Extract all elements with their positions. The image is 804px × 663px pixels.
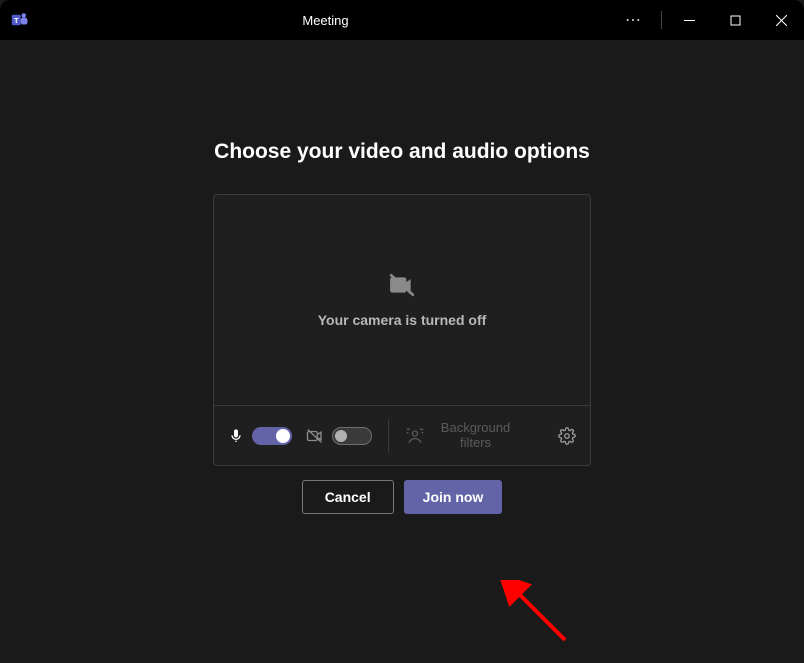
svg-text:T: T [14, 16, 19, 25]
cancel-label: Cancel [325, 489, 371, 505]
mic-toggle[interactable] [252, 427, 292, 445]
join-label: Join now [423, 489, 484, 505]
background-filters-label: Background filters [433, 421, 518, 451]
annotation-arrow [500, 580, 580, 650]
cancel-button[interactable]: Cancel [302, 480, 394, 514]
camera-off-icon [389, 272, 415, 298]
maximize-button[interactable] [712, 0, 758, 40]
action-buttons: Cancel Join now [0, 480, 804, 514]
toolbar-separator [388, 419, 389, 453]
separator [661, 11, 662, 29]
window-title: Meeting [40, 13, 611, 28]
video-preview: Your camera is turned off [214, 195, 590, 405]
video-toggle[interactable] [332, 427, 372, 445]
more-button[interactable]: ⋯ [611, 0, 657, 40]
teams-app-icon: T [0, 0, 40, 40]
background-filters-icon [405, 426, 425, 446]
microphone-icon [228, 428, 244, 444]
titlebar: T Meeting ⋯ [0, 0, 804, 40]
window-controls: ⋯ [611, 0, 804, 40]
camera-icon [306, 427, 324, 445]
close-button[interactable] [758, 0, 804, 40]
device-toolbar: Background filters [214, 405, 590, 465]
join-now-button[interactable]: Join now [404, 480, 503, 514]
page-heading: Choose your video and audio options [0, 40, 804, 164]
content-area: Choose your video and audio options Your… [0, 40, 804, 663]
camera-status-text: Your camera is turned off [318, 312, 487, 328]
device-settings-button[interactable] [558, 427, 576, 445]
background-filters-button[interactable]: Background filters [405, 421, 550, 451]
prejoin-card: Your camera is turned off [213, 194, 591, 466]
minimize-button[interactable] [666, 0, 712, 40]
